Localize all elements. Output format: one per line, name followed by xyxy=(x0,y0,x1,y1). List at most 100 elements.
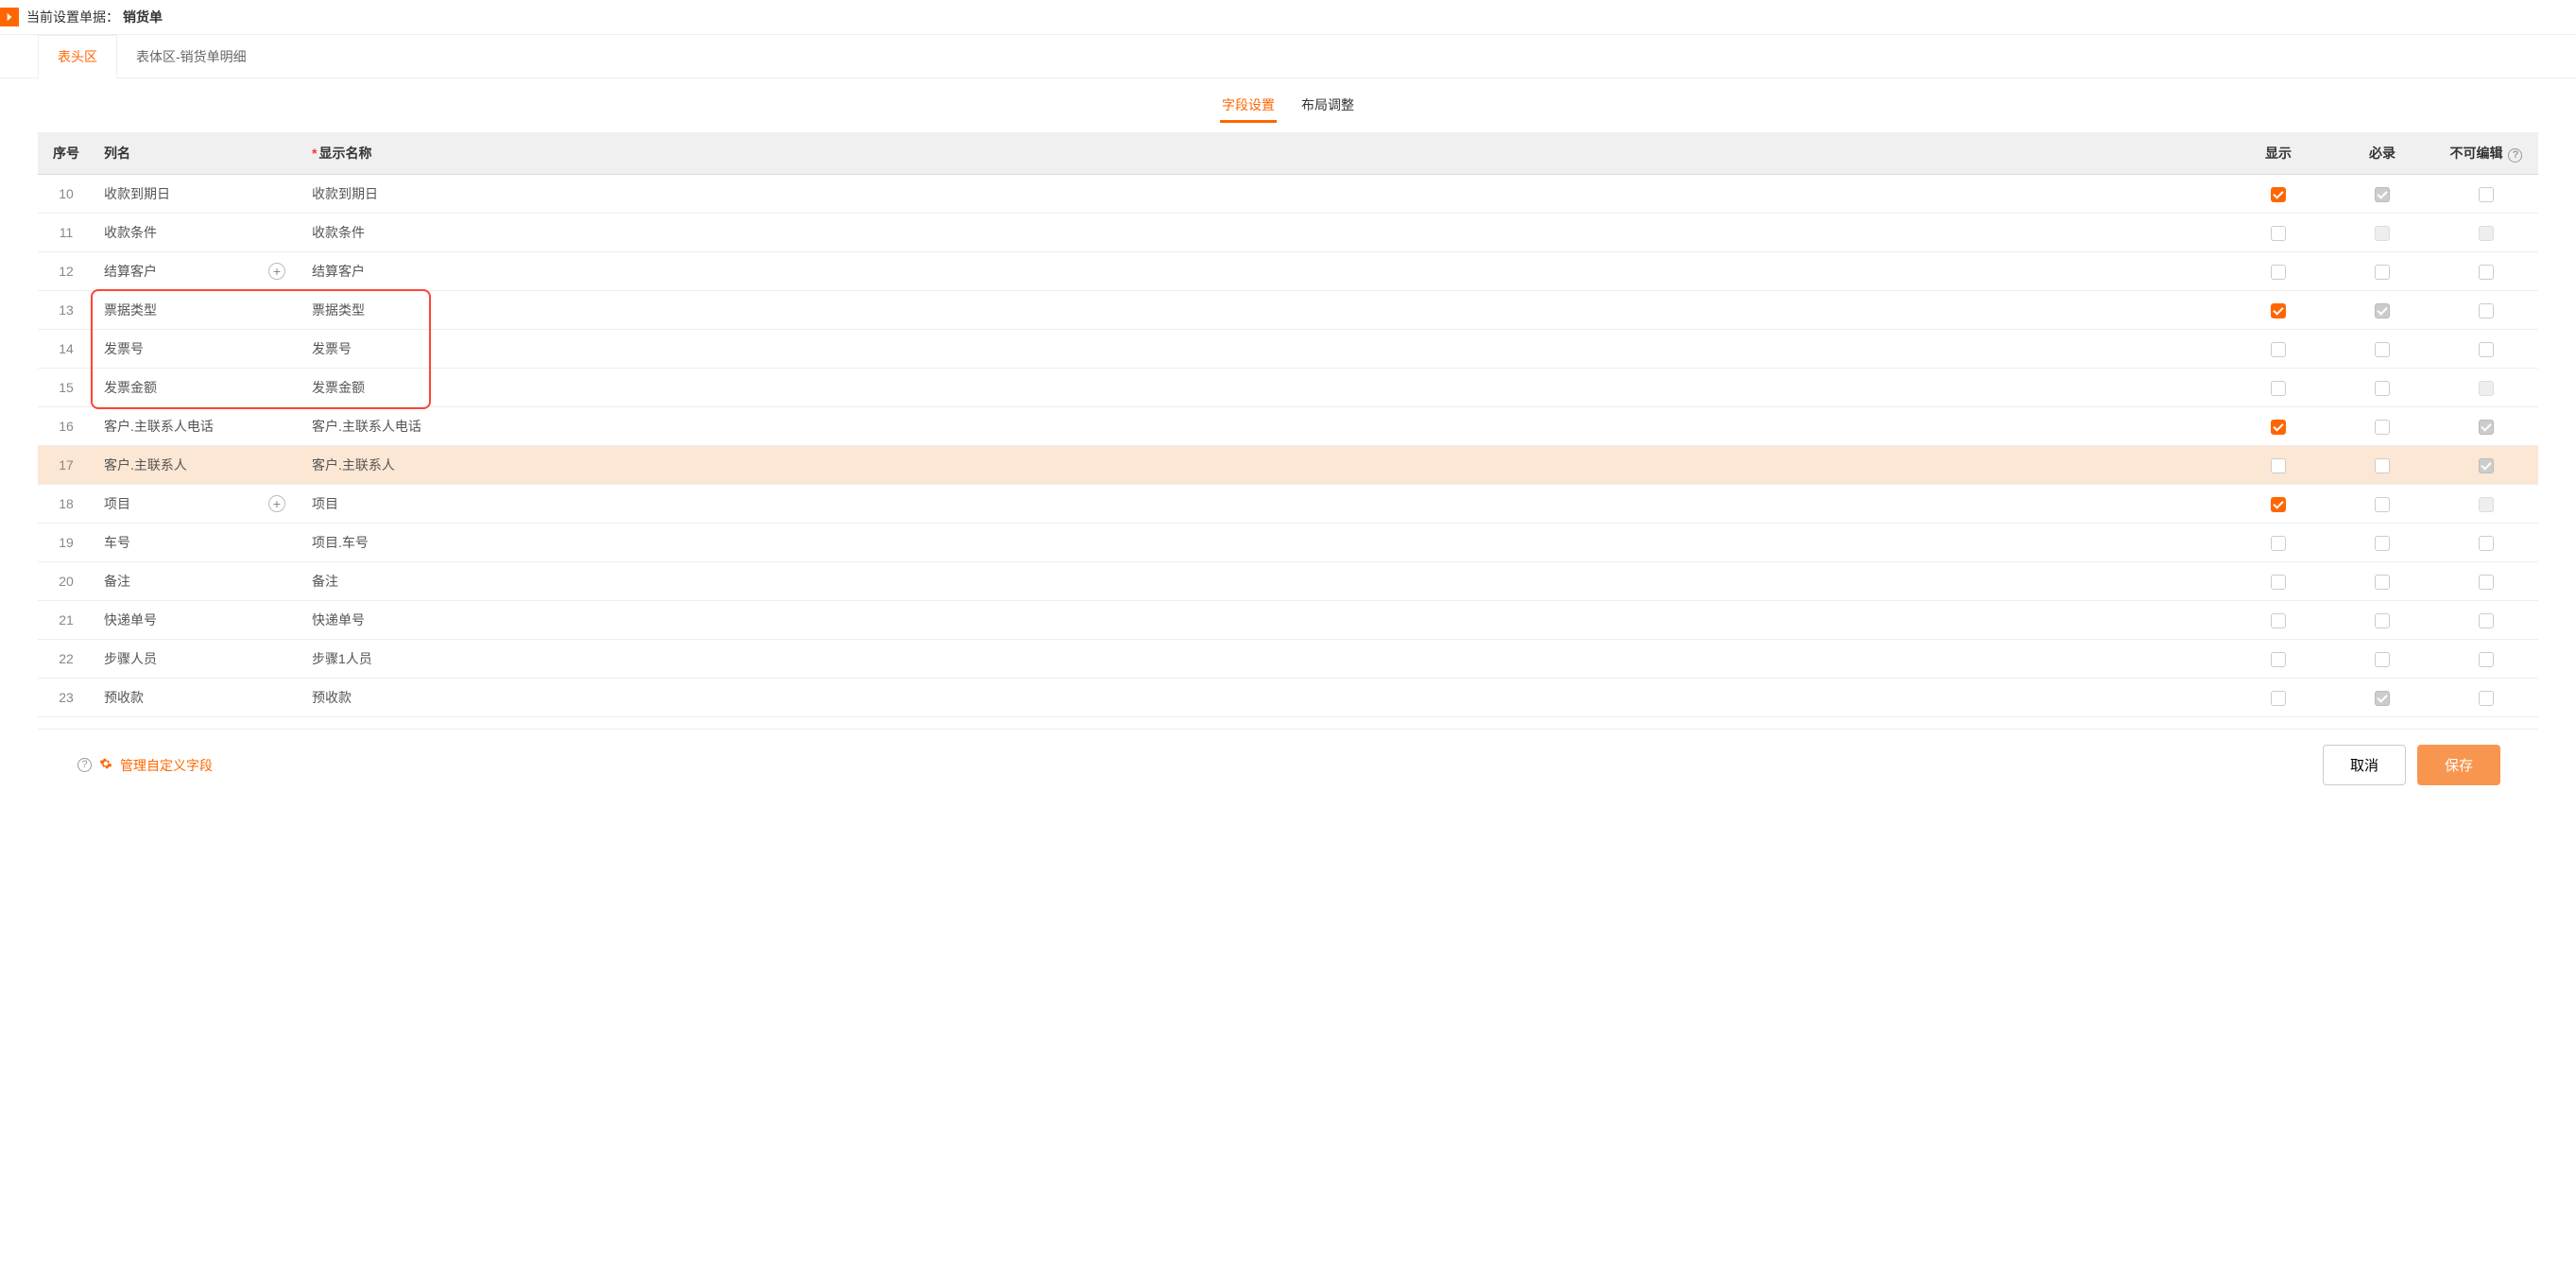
required-checkbox[interactable] xyxy=(2375,342,2390,357)
header-label: 当前设置单据： xyxy=(26,8,119,26)
col-display-header: *显示名称 xyxy=(302,132,2226,175)
show-checkbox[interactable] xyxy=(2271,420,2286,435)
show-checkbox[interactable] xyxy=(2271,381,2286,396)
row-display-name[interactable]: 步骤1人员 xyxy=(302,640,2226,679)
row-col-name: 快递单号 xyxy=(94,601,302,640)
sub-tabs: 字段设置布局调整 xyxy=(0,78,2576,123)
row-seq: 16 xyxy=(38,407,94,446)
required-checkbox[interactable] xyxy=(2375,613,2390,628)
table-row: 14发票号发票号 xyxy=(38,330,2538,369)
header-doc-name: 销货单 xyxy=(123,8,163,26)
row-display-name[interactable]: 预收款 xyxy=(302,679,2226,717)
required-checkbox[interactable] xyxy=(2375,536,2390,551)
show-checkbox[interactable] xyxy=(2271,536,2286,551)
table-row: 15发票金额发票金额 xyxy=(38,369,2538,407)
help-icon[interactable]: ? xyxy=(77,758,92,772)
sub-tab-0[interactable]: 字段设置 xyxy=(1220,90,1277,123)
required-checkbox xyxy=(2375,187,2390,202)
table-row: 20备注备注 xyxy=(38,562,2538,601)
help-icon[interactable]: ? xyxy=(2508,148,2522,163)
cancel-button[interactable]: 取消 xyxy=(2323,745,2406,785)
required-checkbox xyxy=(2375,303,2390,318)
required-checkbox[interactable] xyxy=(2375,420,2390,435)
row-seq: 12 xyxy=(38,252,94,291)
chevron-right-icon xyxy=(3,10,16,24)
table-row: 10收款到期日收款到期日 xyxy=(38,175,2538,214)
row-seq: 15 xyxy=(38,369,94,407)
row-col-name: 票据类型 xyxy=(94,291,302,330)
row-display-name[interactable]: 结算客户 xyxy=(302,252,2226,291)
add-icon[interactable]: + xyxy=(268,495,285,512)
save-button[interactable]: 保存 xyxy=(2417,745,2500,785)
main-tab-1[interactable]: 表体区-销货单明细 xyxy=(117,36,266,77)
row-display-name[interactable]: 快递单号 xyxy=(302,601,2226,640)
noedit-checkbox[interactable] xyxy=(2479,187,2494,202)
noedit-checkbox[interactable] xyxy=(2479,652,2494,667)
row-seq: 22 xyxy=(38,640,94,679)
table-row: 11收款条件收款条件 xyxy=(38,214,2538,252)
show-checkbox[interactable] xyxy=(2271,226,2286,241)
footer-bar: ? 管理自定义字段 取消 保存 xyxy=(38,729,2538,800)
show-checkbox[interactable] xyxy=(2271,265,2286,280)
row-display-name[interactable]: 收款到期日 xyxy=(302,175,2226,214)
row-display-name[interactable]: 客户.主联系人 xyxy=(302,446,2226,485)
main-tab-0[interactable]: 表头区 xyxy=(38,35,117,78)
noedit-checkbox[interactable] xyxy=(2479,613,2494,628)
header-bar: 当前设置单据： 销货单 xyxy=(0,0,2576,35)
row-display-name[interactable]: 收款条件 xyxy=(302,214,2226,252)
required-checkbox[interactable] xyxy=(2375,575,2390,590)
noedit-checkbox[interactable] xyxy=(2479,265,2494,280)
row-seq: 17 xyxy=(38,446,94,485)
show-checkbox[interactable] xyxy=(2271,187,2286,202)
col-seq-header: 序号 xyxy=(38,132,94,175)
manage-custom-fields-link[interactable]: 管理自定义字段 xyxy=(120,756,213,775)
expand-panel-button[interactable] xyxy=(0,8,19,26)
show-checkbox[interactable] xyxy=(2271,458,2286,473)
row-display-name[interactable]: 项目 xyxy=(302,485,2226,524)
add-icon[interactable]: + xyxy=(268,263,285,280)
required-checkbox[interactable] xyxy=(2375,497,2390,512)
show-checkbox[interactable] xyxy=(2271,342,2286,357)
row-display-name[interactable]: 客户.主联系人电话 xyxy=(302,407,2226,446)
table-row: 12结算客户+结算客户 xyxy=(38,252,2538,291)
row-col-name: 客户.主联系人电话 xyxy=(94,407,302,446)
col-required-header: 必录 xyxy=(2330,132,2434,175)
noedit-checkbox[interactable] xyxy=(2479,342,2494,357)
gear-icon xyxy=(99,757,112,773)
noedit-checkbox xyxy=(2479,226,2494,241)
fields-table: 序号 列名 *显示名称 显示 必录 不可编辑 ? 10收款到期日收款到期日11收… xyxy=(38,132,2538,717)
row-col-name: 结算客户+ xyxy=(94,252,302,291)
show-checkbox[interactable] xyxy=(2271,652,2286,667)
noedit-checkbox[interactable] xyxy=(2479,575,2494,590)
required-checkbox[interactable] xyxy=(2375,652,2390,667)
required-checkbox xyxy=(2375,226,2390,241)
noedit-checkbox[interactable] xyxy=(2479,536,2494,551)
row-col-name: 发票号 xyxy=(94,330,302,369)
row-display-name[interactable]: 项目.车号 xyxy=(302,524,2226,562)
row-display-name[interactable]: 发票金额 xyxy=(302,369,2226,407)
row-col-name: 项目+ xyxy=(94,485,302,524)
row-seq: 23 xyxy=(38,679,94,717)
row-seq: 11 xyxy=(38,214,94,252)
show-checkbox[interactable] xyxy=(2271,497,2286,512)
row-seq: 13 xyxy=(38,291,94,330)
row-display-name[interactable]: 备注 xyxy=(302,562,2226,601)
required-checkbox[interactable] xyxy=(2375,381,2390,396)
show-checkbox[interactable] xyxy=(2271,303,2286,318)
main-tabs: 表头区表体区-销货单明细 xyxy=(0,35,2576,78)
show-checkbox[interactable] xyxy=(2271,691,2286,706)
required-checkbox[interactable] xyxy=(2375,265,2390,280)
sub-tab-1[interactable]: 布局调整 xyxy=(1299,90,1356,123)
row-col-name: 备注 xyxy=(94,562,302,601)
row-display-name[interactable]: 发票号 xyxy=(302,330,2226,369)
row-display-name[interactable]: 票据类型 xyxy=(302,291,2226,330)
noedit-checkbox[interactable] xyxy=(2479,691,2494,706)
noedit-checkbox xyxy=(2479,497,2494,512)
table-row: 19车号项目.车号 xyxy=(38,524,2538,562)
show-checkbox[interactable] xyxy=(2271,613,2286,628)
required-checkbox[interactable] xyxy=(2375,458,2390,473)
noedit-checkbox[interactable] xyxy=(2479,303,2494,318)
row-seq: 10 xyxy=(38,175,94,214)
row-col-name: 车号 xyxy=(94,524,302,562)
show-checkbox[interactable] xyxy=(2271,575,2286,590)
